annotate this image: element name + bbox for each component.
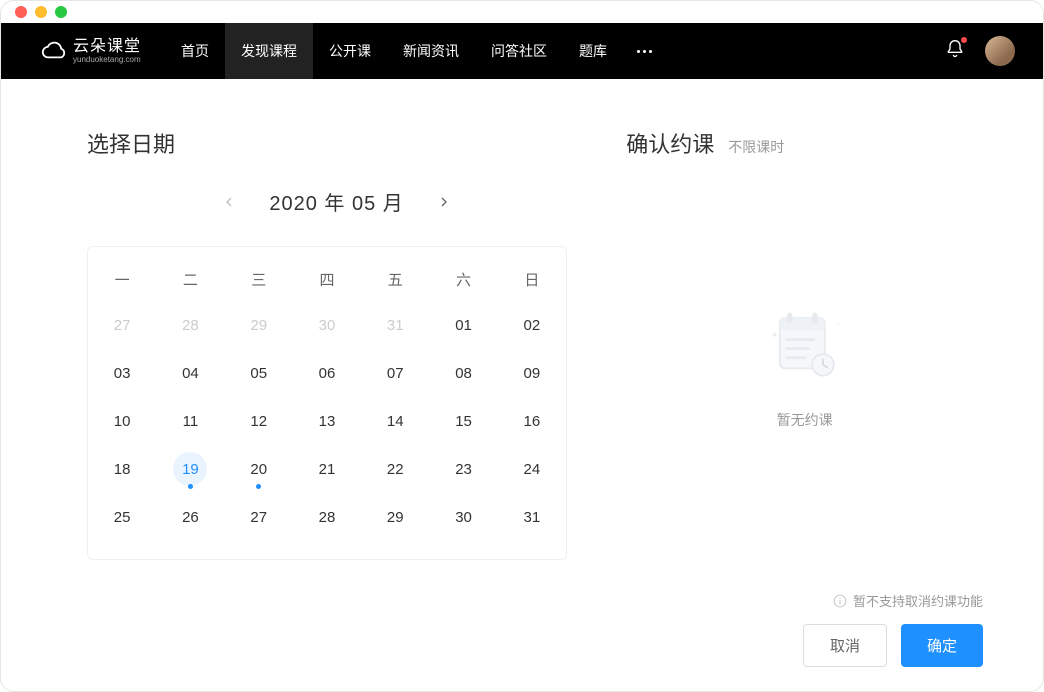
calendar-day[interactable]: 12 [225, 397, 293, 445]
calendar-day[interactable]: 06 [293, 349, 361, 397]
confirm-button[interactable]: 确定 [901, 624, 983, 667]
logo[interactable]: 云朵课堂 yunduoketang.com [39, 37, 141, 65]
calendar-day[interactable]: 30 [429, 493, 497, 541]
nav-more-button[interactable] [623, 50, 666, 53]
close-window-button[interactable] [15, 6, 27, 18]
more-icon [637, 50, 652, 53]
calendar-week-row: 18192021222324 [88, 445, 566, 493]
calendar-day[interactable]: 08 [429, 349, 497, 397]
calendar-day: 31 [361, 301, 429, 349]
calendar-day[interactable]: 10 [88, 397, 156, 445]
calendar-day[interactable]: 14 [361, 397, 429, 445]
minimize-window-button[interactable] [35, 6, 47, 18]
calendar-day: 30 [293, 301, 361, 349]
calendar-day[interactable]: 09 [498, 349, 566, 397]
calendar-grid: 一二三四五六日 27282930310102030405060708091011… [87, 246, 567, 560]
weekday-header-row: 一二三四五六日 [88, 257, 566, 301]
calendar-day[interactable]: 19 [156, 445, 224, 493]
header-bar: 云朵课堂 yunduoketang.com 首页发现课程公开课新闻资讯问答社区题… [1, 23, 1043, 79]
calendar-day: 29 [225, 301, 293, 349]
calendar-day[interactable]: 04 [156, 349, 224, 397]
weekday-header: 二 [156, 257, 224, 301]
content: 选择日期 2020 年 05 月 一二三四五六日 272829303101020… [1, 79, 1043, 691]
notification-badge [961, 37, 967, 43]
calendar-week-row: 03040506070809 [88, 349, 566, 397]
notifications-button[interactable] [945, 39, 965, 64]
calendar-day[interactable]: 05 [225, 349, 293, 397]
app-window: 云朵课堂 yunduoketang.com 首页发现课程公开课新闻资讯问答社区题… [0, 0, 1044, 692]
logo-subtext: yunduoketang.com [73, 56, 141, 64]
calendar-day[interactable]: 28 [293, 493, 361, 541]
calendar-day[interactable]: 26 [156, 493, 224, 541]
calendar-day[interactable]: 25 [88, 493, 156, 541]
empty-state: ✦ ○ 暂无约课 [626, 159, 983, 571]
current-month-label: 2020 年 05 月 [269, 187, 403, 216]
calendar-day[interactable]: 22 [361, 445, 429, 493]
calendar-day[interactable]: 07 [361, 349, 429, 397]
calendar-day[interactable]: 27 [225, 493, 293, 541]
calendar-header: 2020 年 05 月 [87, 187, 626, 216]
avatar[interactable] [985, 36, 1015, 66]
calendar-day[interactable]: 02 [498, 301, 566, 349]
calendar-day[interactable]: 16 [498, 397, 566, 445]
nav-item[interactable]: 题库 [563, 23, 623, 79]
weekday-header: 五 [361, 257, 429, 301]
empty-state-text: 暂无约课 [777, 410, 833, 430]
maximize-window-button[interactable] [55, 6, 67, 18]
chevron-right-icon [436, 194, 452, 210]
date-picker-panel: 选择日期 2020 年 05 月 一二三四五六日 272829303101020… [1, 79, 626, 691]
calendar-day[interactable]: 31 [498, 493, 566, 541]
nav: 首页发现课程公开课新闻资讯问答社区题库 [165, 23, 623, 79]
window-title-bar [1, 1, 1043, 23]
confirm-booking-panel: 确认约课 不限课时 ✦ ○ [626, 79, 1043, 691]
calendar-day[interactable]: 29 [361, 493, 429, 541]
prev-month-button[interactable] [217, 190, 241, 214]
weekday-header: 一 [88, 257, 156, 301]
calendar-week-row: 10111213141516 [88, 397, 566, 445]
cancel-notice: 暂不支持取消约课功能 [833, 591, 983, 610]
nav-item[interactable]: 新闻资讯 [387, 23, 475, 79]
next-month-button[interactable] [432, 190, 456, 214]
calendar-day[interactable]: 24 [498, 445, 566, 493]
calendar-day[interactable]: 23 [429, 445, 497, 493]
panel-footer: 暂不支持取消约课功能 取消 确定 [626, 571, 983, 667]
event-dot-icon [256, 484, 261, 489]
nav-item[interactable]: 发现课程 [225, 23, 313, 79]
calendar-day[interactable]: 11 [156, 397, 224, 445]
svg-text:✦: ✦ [770, 330, 778, 340]
logo-text: 云朵课堂 [73, 39, 141, 55]
calendar-day[interactable]: 18 [88, 445, 156, 493]
calendar-day[interactable]: 20 [225, 445, 293, 493]
nav-item[interactable]: 问答社区 [475, 23, 563, 79]
event-dot-icon [188, 484, 193, 489]
select-date-title: 选择日期 [87, 127, 626, 159]
calendar-day: 27 [88, 301, 156, 349]
notice-text: 暂不支持取消约课功能 [853, 591, 983, 610]
info-icon [833, 594, 847, 608]
weekday-header: 三 [225, 257, 293, 301]
chevron-left-icon [221, 194, 237, 210]
weekday-header: 四 [293, 257, 361, 301]
svg-text:○: ○ [835, 320, 839, 329]
confirm-booking-title: 确认约课 [626, 127, 714, 159]
calendar-day[interactable]: 03 [88, 349, 156, 397]
calendar-day[interactable]: 15 [429, 397, 497, 445]
cloud-logo-icon [39, 37, 67, 65]
weekday-header: 日 [498, 257, 566, 301]
calendar-day[interactable]: 13 [293, 397, 361, 445]
calendar-day[interactable]: 01 [429, 301, 497, 349]
calendar-week-row: 27282930310102 [88, 301, 566, 349]
weekday-header: 六 [429, 257, 497, 301]
nav-item[interactable]: 公开课 [313, 23, 387, 79]
booking-limit-label: 不限课时 [728, 137, 784, 157]
empty-calendar-icon: ✦ ○ [760, 300, 850, 390]
cancel-button[interactable]: 取消 [803, 624, 887, 667]
calendar-day: 28 [156, 301, 224, 349]
nav-item[interactable]: 首页 [165, 23, 225, 79]
calendar-week-row: 25262728293031 [88, 493, 566, 541]
calendar-day[interactable]: 21 [293, 445, 361, 493]
